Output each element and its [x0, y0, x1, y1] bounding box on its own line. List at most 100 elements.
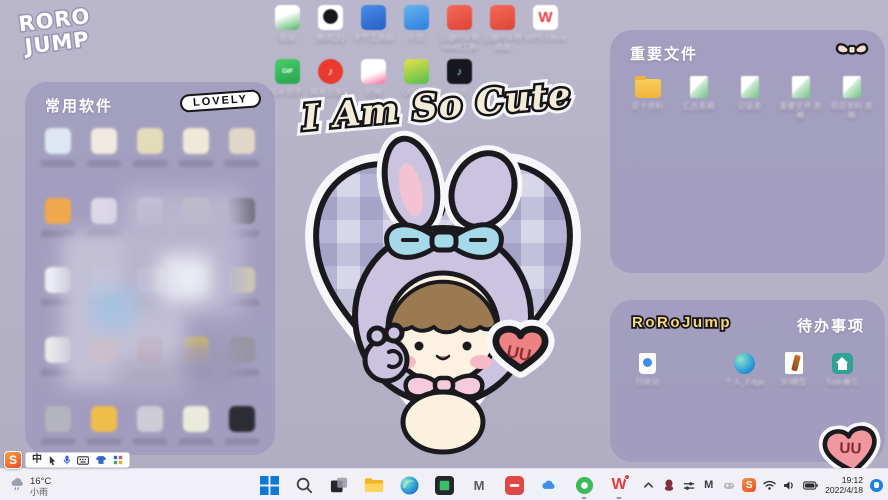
blurred-app-shortcut[interactable] [87, 126, 121, 169]
sogou-logo-icon[interactable]: S [4, 451, 22, 469]
desktop-shortcut-blue-cam[interactable]: 小影 [395, 5, 438, 43]
todo-row: 回收站 个人_Edge3D模型Todo备忘 [624, 352, 868, 387]
chinese-mode-icon[interactable]: 中 [32, 455, 42, 465]
tray-sogou-icon[interactable]: S [742, 478, 756, 492]
todo-shortcut-edge2[interactable]: 个人_Edge [721, 353, 768, 387]
taskbar-cloud-icon[interactable] [538, 474, 560, 496]
taskbar-mword-icon[interactable]: M [468, 474, 490, 496]
taskbar-greenapp-icon[interactable] [573, 474, 595, 496]
blurred-app-shortcut[interactable] [133, 404, 167, 447]
blurred-app-shortcut[interactable] [87, 265, 121, 308]
toolbox-grid-icon[interactable] [113, 455, 123, 465]
tray-volume-icon[interactable] [783, 480, 796, 491]
software-grid [35, 126, 265, 447]
clock-time: 19:12 [825, 475, 863, 485]
todo-shortcut-recycle[interactable]: 回收站 [624, 353, 671, 387]
blurred-app-label [87, 160, 121, 167]
blurred-app-shortcut[interactable] [87, 404, 121, 447]
ime-toolbar: 中 [25, 452, 130, 468]
roro-jump-logo: RORO JUMP [17, 6, 94, 60]
desktop-shortcut-blue-tool[interactable]: 字节工具箱 [352, 5, 395, 43]
blurred-app-shortcut[interactable] [225, 404, 259, 447]
cursor-icon[interactable] [48, 455, 57, 466]
blurred-app-shortcut[interactable] [41, 404, 75, 447]
file-shortcut-doc[interactable]: 项目资料 表格 [828, 76, 875, 120]
tray-chevron-up-icon[interactable] [642, 481, 655, 489]
wps-icon: W [533, 5, 558, 30]
blurred-app-shortcut[interactable] [179, 265, 213, 308]
taskbar-clock[interactable]: 19:12 2022/4/18 [825, 475, 863, 495]
todo-shortcut-home[interactable]: Todo备忘 [819, 353, 866, 387]
blurred-app-shortcut[interactable] [225, 265, 259, 308]
tray-gamepad-icon[interactable] [722, 480, 735, 491]
heart-badge: UU [496, 329, 545, 368]
blurred-app-shortcut[interactable] [179, 404, 213, 447]
tray-battery-icon[interactable] [803, 481, 818, 490]
doc-icon [843, 76, 861, 98]
desktop-shortcut-red-pdf2[interactable]: 迅捷PDF转换器 [481, 5, 524, 52]
blurred-app-shortcut[interactable] [41, 126, 75, 169]
netease-icon: ♪ [318, 59, 343, 84]
skin-icon[interactable] [95, 455, 107, 465]
tray-m-app-icon[interactable]: M [702, 479, 715, 491]
blurred-app-shortcut[interactable] [41, 265, 75, 308]
file-shortcut-doc[interactable]: 汇总表格 [675, 76, 722, 120]
blurred-app-shortcut[interactable] [133, 196, 167, 239]
taskbar-redapp-icon[interactable] [503, 474, 525, 496]
desktop-shortcut-netease[interactable]: ♪网易云音乐 [309, 59, 352, 97]
taskbar-wps-icon[interactable]: W [608, 474, 630, 496]
notification-dot [624, 474, 630, 480]
heart-sticker-text: UU [839, 440, 862, 458]
blurred-app-shortcut[interactable] [225, 335, 259, 378]
blurred-app-label [179, 438, 213, 445]
blurred-app-shortcut[interactable] [179, 126, 213, 169]
blurred-app-icon [229, 198, 255, 224]
file-shortcut-label: 记录表 [738, 102, 762, 111]
blurred-app-shortcut[interactable] [133, 265, 167, 308]
desktop-shortcut-wps[interactable]: WWPS Office [524, 5, 567, 43]
qq-icon [318, 5, 343, 30]
blurred-app-shortcut[interactable] [41, 335, 75, 378]
tray-qq-tray-icon[interactable] [662, 479, 675, 491]
file-shortcut-doc[interactable]: 记录表 [726, 76, 773, 120]
blurred-app-label [133, 369, 167, 376]
blurred-app-label [133, 438, 167, 445]
blurred-app-shortcut[interactable] [133, 126, 167, 169]
taskbar-edge-icon[interactable] [398, 474, 420, 496]
blurred-app-shortcut[interactable] [225, 126, 259, 169]
tray-wifi-icon[interactable] [763, 480, 776, 490]
desktop-shortcut-doc-green[interactable]: 链接 [266, 5, 309, 43]
tray-sliders-icon[interactable] [682, 480, 695, 491]
file-shortcut-doc[interactable]: 重要文件 表格 [777, 76, 824, 120]
blurred-app-icon [183, 198, 209, 224]
blurred-app-icon [229, 128, 255, 154]
blurred-app-label [87, 438, 121, 445]
blurred-app-label [179, 160, 213, 167]
keyboard-icon[interactable] [77, 456, 89, 465]
blurred-app-shortcut[interactable] [179, 196, 213, 239]
running-indicator [582, 497, 587, 500]
taskbar-appdark-icon[interactable] [433, 474, 455, 496]
desktop-shortcut-qq[interactable]: 腾讯QQ [309, 5, 352, 43]
red-pdf-icon [447, 5, 472, 30]
blurred-app-shortcut[interactable] [179, 335, 213, 378]
taskbar-explorer-icon[interactable] [363, 474, 385, 496]
blurred-app-icon [137, 337, 163, 363]
notification-badge[interactable] [870, 479, 883, 492]
blurred-app-label [87, 299, 121, 306]
blurred-app-shortcut[interactable] [225, 196, 259, 239]
blurred-app-shortcut[interactable] [41, 196, 75, 239]
desktop-shortcut-red-pdf[interactable]: 迅捷PDF转Word工具 [438, 5, 481, 52]
taskbar-start-icon[interactable] [258, 474, 280, 496]
blurred-app-shortcut[interactable] [87, 196, 121, 239]
blurred-app-shortcut[interactable] [133, 335, 167, 378]
desktop-shortcut-gif[interactable]: GIFGIF助手 [266, 59, 309, 97]
mic-icon[interactable] [63, 454, 71, 466]
blurred-app-icon [91, 198, 117, 224]
todo-shortcut-tool[interactable]: 3D模型 [770, 352, 817, 387]
system-tray: M S 19:12 2022/4/18 [642, 469, 883, 500]
file-shortcut-folder[interactable]: 双十资料 [624, 76, 671, 120]
taskbar-taskview-icon[interactable] [328, 474, 350, 496]
taskbar-search-icon[interactable] [293, 474, 315, 496]
blurred-app-shortcut[interactable] [87, 335, 121, 378]
